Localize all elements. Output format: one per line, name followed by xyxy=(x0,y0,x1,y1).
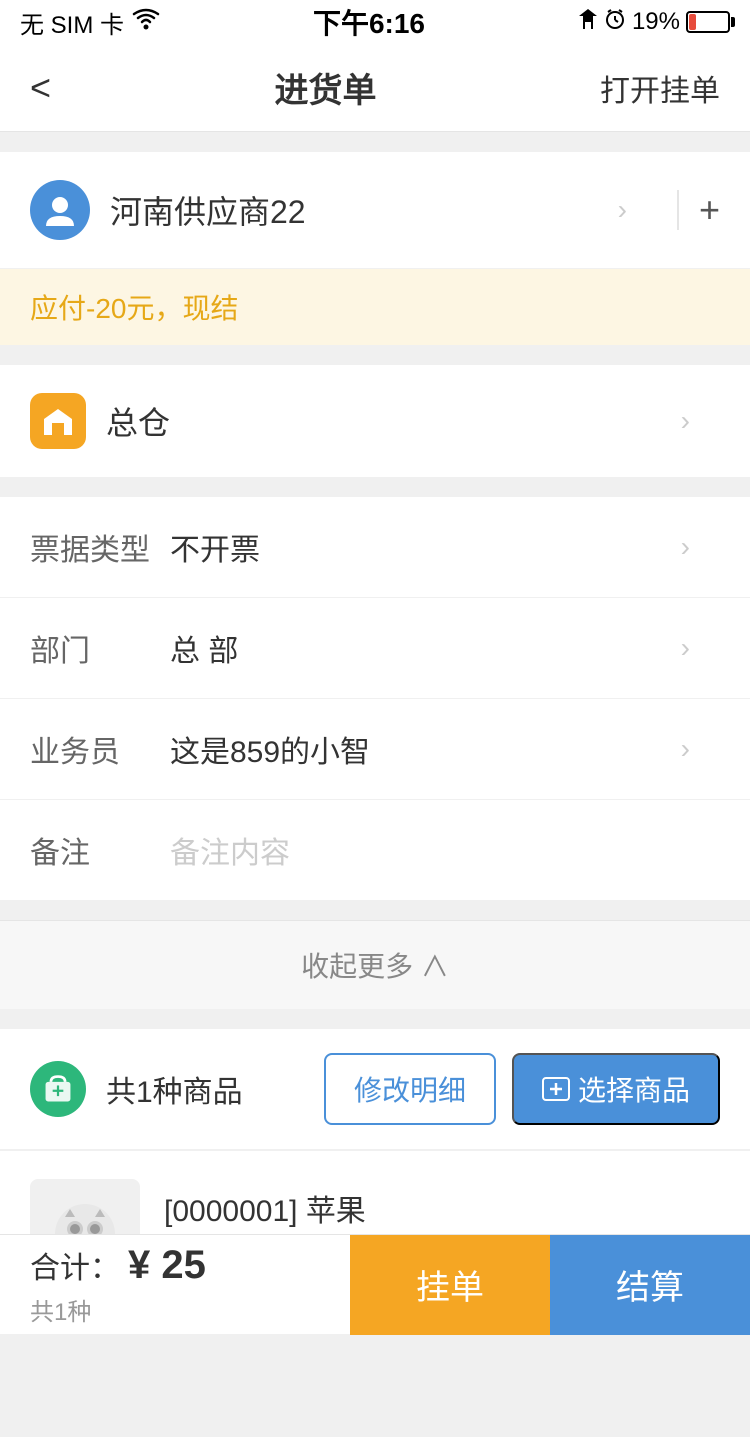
warehouse-name: 总仓 xyxy=(106,398,681,444)
supplier-avatar xyxy=(30,180,90,240)
location-icon xyxy=(578,8,598,37)
open-hang-button[interactable]: 打开挂单 xyxy=(600,66,720,110)
bottom-bar: 合计： ¥ 25 共1种 挂单 结算 xyxy=(0,1234,750,1334)
status-bar: 无 SIM 卡 下午6:16 19 xyxy=(0,0,750,44)
settle-button[interactable]: 结算 xyxy=(550,1235,750,1335)
battery-text: 19% xyxy=(632,8,680,36)
status-time: 下午6:16 xyxy=(313,2,425,42)
supplier-row[interactable]: 河南供应商22 › + xyxy=(0,152,750,269)
carrier-text: 无 SIM 卡 xyxy=(20,5,124,40)
dept-value: 总 部 xyxy=(170,626,681,670)
sales-value: 这是859的小智 xyxy=(170,727,681,771)
edit-detail-button[interactable]: 修改明细 xyxy=(324,1053,496,1125)
total-sub: 共1种 xyxy=(30,1292,320,1327)
supplier-alert: 应付-20元，现结 xyxy=(0,269,750,345)
dept-label: 部门 xyxy=(30,626,170,670)
form-section: 票据类型 不开票 › 部门 总 部 › 业务员 这是859的小智 › 备注 备注… xyxy=(0,497,750,900)
wifi-icon xyxy=(132,8,160,37)
page-title: 进货单 xyxy=(275,63,377,112)
total-main: 合计： ¥ 25 xyxy=(30,1243,320,1288)
invoice-chevron-icon: › xyxy=(681,531,690,563)
remark-row[interactable]: 备注 备注内容 xyxy=(0,800,750,900)
back-button[interactable]: < xyxy=(30,67,51,109)
sales-label: 业务员 xyxy=(30,727,170,771)
product-name: [0000001] 苹果 xyxy=(164,1186,692,1230)
product-icon xyxy=(30,1061,86,1117)
add-supplier-icon[interactable]: + xyxy=(699,189,720,231)
battery-icon xyxy=(686,11,730,33)
supplier-section: 河南供应商22 › + 应付-20元，现结 xyxy=(0,152,750,345)
total-amount: ¥ 25 xyxy=(128,1243,206,1288)
total-label: 合计： xyxy=(30,1243,120,1287)
supplier-chevron-icon: › xyxy=(618,194,627,226)
remark-input[interactable]: 备注内容 xyxy=(170,828,720,872)
remark-label: 备注 xyxy=(30,828,170,872)
supplier-name: 河南供应商22 xyxy=(110,187,618,233)
warehouse-section: 总仓 › xyxy=(0,365,750,477)
alarm-icon xyxy=(604,8,626,37)
warehouse-chevron-icon: › xyxy=(681,405,690,437)
dept-chevron-icon: › xyxy=(681,632,690,664)
status-right: 19% xyxy=(578,8,730,37)
invoice-value: 不开票 xyxy=(170,525,681,569)
warehouse-row[interactable]: 总仓 › xyxy=(0,365,750,477)
sales-chevron-icon: › xyxy=(681,733,690,765)
sales-row[interactable]: 业务员 这是859的小智 › xyxy=(0,699,750,800)
status-left: 无 SIM 卡 xyxy=(20,5,160,40)
select-product-label: 选择商品 xyxy=(578,1069,690,1109)
select-product-button[interactable]: 选择商品 xyxy=(512,1053,720,1125)
product-count: 共1种商品 xyxy=(106,1067,324,1111)
supplier-divider xyxy=(677,190,679,230)
invoice-label: 票据类型 xyxy=(30,525,170,569)
dept-row[interactable]: 部门 总 部 › xyxy=(0,598,750,699)
nav-bar: < 进货单 打开挂单 xyxy=(0,44,750,132)
hang-button[interactable]: 挂单 xyxy=(350,1235,550,1335)
total-area: 合计： ¥ 25 共1种 xyxy=(0,1243,350,1327)
collapse-button[interactable]: 收起更多 ∧ xyxy=(0,920,750,1009)
warehouse-icon xyxy=(30,393,86,449)
product-header: 共1种商品 修改明细 选择商品 xyxy=(0,1029,750,1149)
invoice-row[interactable]: 票据类型 不开票 › xyxy=(0,497,750,598)
